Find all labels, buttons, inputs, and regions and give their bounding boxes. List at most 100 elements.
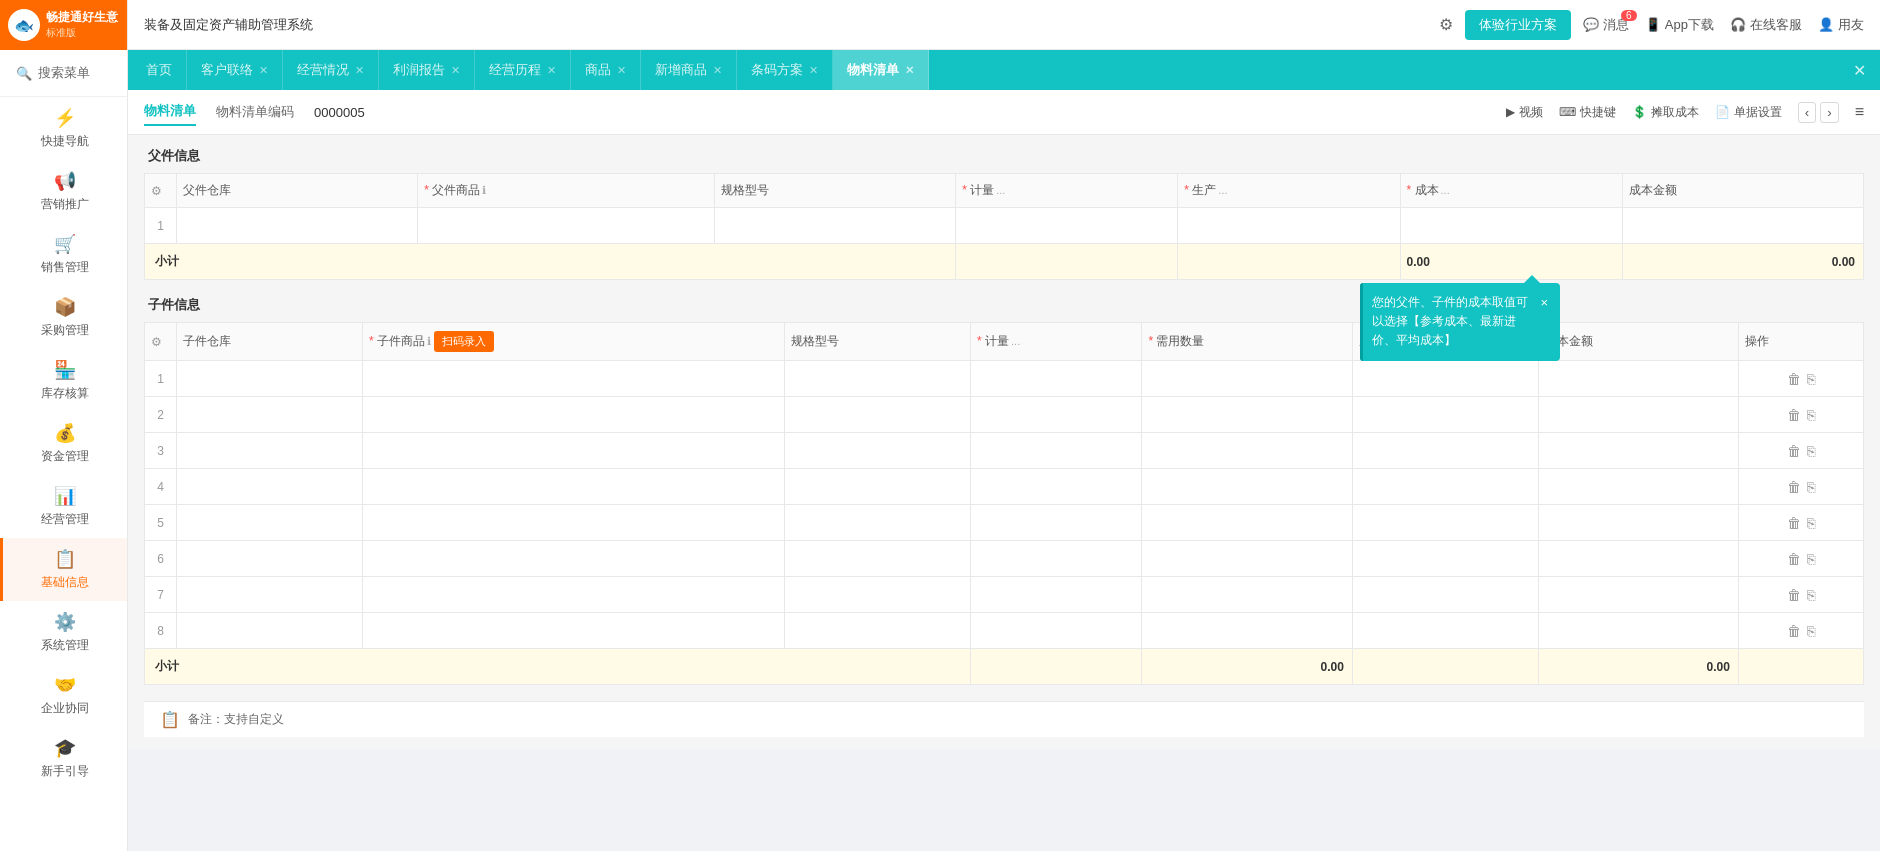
child-qty-cell[interactable] [1142,613,1352,649]
child-qty-cell[interactable] [1142,469,1352,505]
child-qty-cell[interactable] [1142,361,1352,397]
sidebar-item-basic-info[interactable]: 📋 基础信息 [0,538,127,601]
search-menu-button[interactable]: 🔍 搜索菜单 [8,58,119,88]
close-icon[interactable]: ✕ [809,64,818,77]
child-warehouse-cell[interactable] [177,433,363,469]
child-qty-cell[interactable] [1142,505,1352,541]
trial-button[interactable]: 体验行业方案 [1465,10,1571,40]
child-unit-cell[interactable] [971,433,1142,469]
delete-icon[interactable]: 🗑 [1787,623,1801,639]
delete-icon[interactable]: 🗑 [1787,407,1801,423]
app-download-button[interactable]: 📱 App下载 [1645,16,1714,34]
info-icon[interactable]: ℹ [427,335,431,347]
amortize-cost-button[interactable]: 💲 摊取成本 [1632,104,1699,121]
close-icon[interactable]: ✕ [355,64,364,77]
parent-produce-cell[interactable] [1178,208,1400,244]
child-warehouse-cell[interactable] [177,613,363,649]
child-unit-cost-cell[interactable] [1352,361,1538,397]
child-product-cell[interactable] [363,361,785,397]
child-unit-cell[interactable] [971,577,1142,613]
child-warehouse-cell[interactable] [177,397,363,433]
nav-tab-products[interactable]: 商品 ✕ [571,50,641,90]
child-qty-cell[interactable] [1142,541,1352,577]
child-spec-cell[interactable] [785,613,971,649]
copy-icon[interactable]: ⎘ [1807,551,1815,567]
tooltip-close-button[interactable]: × [1540,293,1548,314]
prev-page-button[interactable]: ‹ [1798,102,1816,123]
gear-icon[interactable]: ⚙ [151,335,162,349]
parent-warehouse-cell[interactable] [177,208,418,244]
delete-icon[interactable]: 🗑 [1787,479,1801,495]
child-unit-cell[interactable] [971,361,1142,397]
grid-view-icon[interactable]: ≡ [1855,103,1864,121]
close-icon[interactable]: ✕ [905,64,914,77]
copy-icon[interactable]: ⎘ [1807,407,1815,423]
child-warehouse-cell[interactable] [177,361,363,397]
nav-tab-operations[interactable]: 经营情况 ✕ [283,50,379,90]
parent-unit-cell[interactable] [956,208,1178,244]
child-unit-cost-cell[interactable] [1352,469,1538,505]
sub-tab-bom-list[interactable]: 物料清单 [144,98,196,126]
nav-tab-history[interactable]: 经营历程 ✕ [475,50,571,90]
sidebar-item-inventory[interactable]: 🏪 库存核算 [0,349,127,412]
child-spec-cell[interactable] [785,469,971,505]
sidebar-item-marketing[interactable]: 📢 营销推广 [0,160,127,223]
copy-icon[interactable]: ⎘ [1807,587,1815,603]
child-product-cell[interactable] [363,397,785,433]
nav-tab-barcode[interactable]: 条码方案 ✕ [737,50,833,90]
child-unit-cell[interactable] [971,613,1142,649]
child-unit-cell[interactable] [971,541,1142,577]
parent-cost-cell[interactable] [1400,208,1622,244]
close-all-tabs-button[interactable]: ✕ [1843,61,1876,80]
child-spec-cell[interactable] [785,361,971,397]
gear-icon[interactable]: ⚙ [151,184,162,198]
child-warehouse-cell[interactable] [177,541,363,577]
parent-product-cell[interactable] [418,208,715,244]
child-warehouse-cell[interactable] [177,505,363,541]
child-unit-cost-cell[interactable] [1352,577,1538,613]
child-qty-cell[interactable] [1142,577,1352,613]
settings-icon[interactable]: ⚙ [1439,15,1453,34]
child-product-cell[interactable] [363,541,785,577]
sidebar-item-purchase[interactable]: 📦 采购管理 [0,286,127,349]
child-unit-cost-cell[interactable] [1352,613,1538,649]
sidebar-item-quick-nav[interactable]: ⚡ 快捷导航 [0,97,127,160]
child-unit-cost-cell[interactable] [1352,397,1538,433]
copy-icon[interactable]: ⎘ [1807,515,1815,531]
nav-tab-customers[interactable]: 客户联络 ✕ [187,50,283,90]
child-spec-cell[interactable] [785,505,971,541]
child-spec-cell[interactable] [785,433,971,469]
sidebar-item-collab[interactable]: 🤝 企业协同 [0,664,127,727]
delete-icon[interactable]: 🗑 [1787,551,1801,567]
nav-tab-profit[interactable]: 利润报告 ✕ [379,50,475,90]
close-icon[interactable]: ✕ [617,64,626,77]
nav-tab-bom[interactable]: 物料清单 ✕ [833,50,929,90]
child-unit-cell[interactable] [971,397,1142,433]
doc-settings-button[interactable]: 📄 单据设置 [1715,104,1782,121]
close-icon[interactable]: ✕ [547,64,556,77]
nav-tab-home[interactable]: 首页 [132,50,187,90]
delete-icon[interactable]: 🗑 [1787,587,1801,603]
child-product-cell[interactable] [363,505,785,541]
close-icon[interactable]: ✕ [713,64,722,77]
close-icon[interactable]: ✕ [259,64,268,77]
sidebar-item-operations[interactable]: 📊 经营管理 [0,475,127,538]
child-unit-cell[interactable] [971,469,1142,505]
delete-icon[interactable]: 🗑 [1787,515,1801,531]
child-product-cell[interactable] [363,469,785,505]
parent-spec-cell[interactable] [714,208,955,244]
child-spec-cell[interactable] [785,541,971,577]
child-spec-cell[interactable] [785,577,971,613]
child-qty-cell[interactable] [1142,397,1352,433]
child-product-cell[interactable] [363,613,785,649]
user-menu-button[interactable]: 👤 用友 [1818,16,1864,34]
video-button[interactable]: ▶ 视频 [1506,104,1543,121]
nav-tab-new-product[interactable]: 新增商品 ✕ [641,50,737,90]
child-product-cell[interactable] [363,577,785,613]
child-unit-cell[interactable] [971,505,1142,541]
child-qty-cell[interactable] [1142,433,1352,469]
child-unit-cost-cell[interactable] [1352,541,1538,577]
message-button[interactable]: 💬 消息 6 [1583,16,1629,34]
copy-icon[interactable]: ⎘ [1807,623,1815,639]
scan-input-button[interactable]: 扫码录入 [434,331,494,352]
